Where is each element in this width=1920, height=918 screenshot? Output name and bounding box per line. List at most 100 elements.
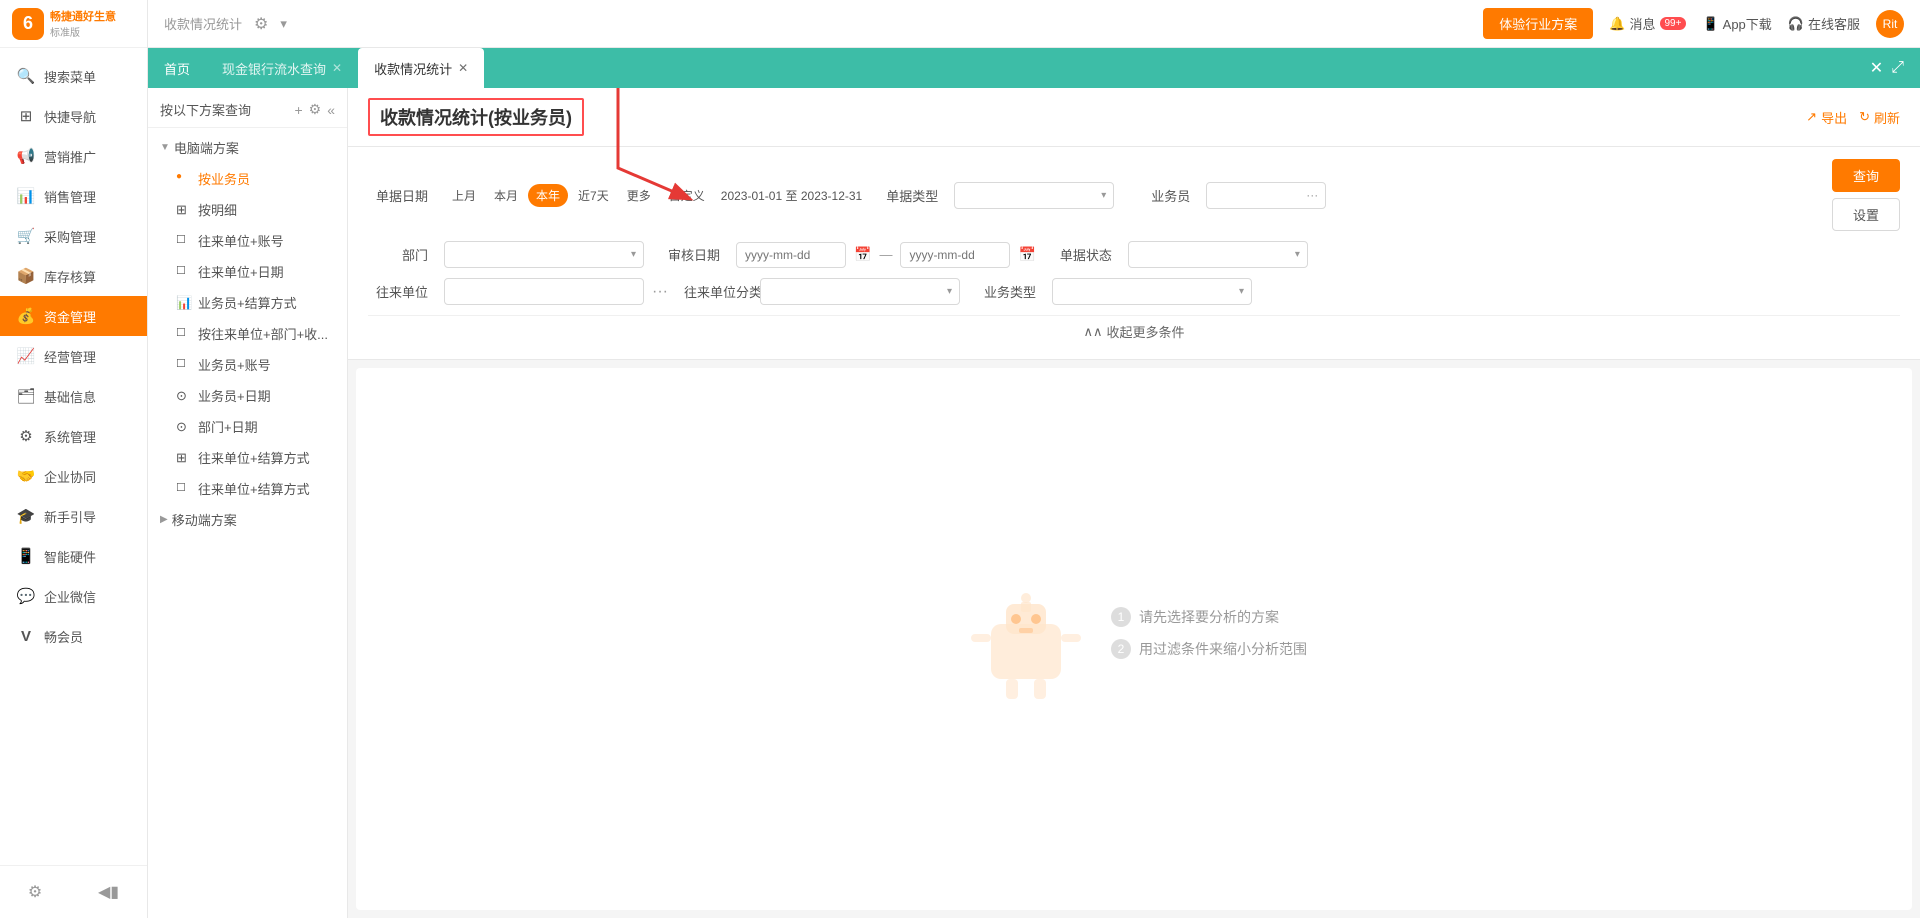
export-icon: ↗ <box>1806 109 1817 125</box>
scheme-item-partner-account[interactable]: ☐ 往来单位+账号 <box>148 225 347 256</box>
topbar-gear-icon[interactable]: ⚙ <box>254 14 268 34</box>
scheme-item-staff-account[interactable]: ☐ 业务员+账号 <box>148 349 347 380</box>
review-date-from-cal[interactable]: 📅 <box>854 246 871 263</box>
date-tab-lastmonth[interactable]: 上月 <box>444 184 484 207</box>
main-area: 收款情况统计 ⚙ ▾ 体验行业方案 🔔 消息 99+ 📱 App下载 🎧 在线客… <box>148 0 1920 918</box>
sidebar: 6 畅捷通好生意 标准版 🔍 搜索菜单 ⊞ 快捷导航 📢 营销推广 📊 销售管理 <box>0 0 148 918</box>
logo-area: 6 畅捷通好生意 标准版 <box>0 0 147 48</box>
tip-num-2: 2 <box>1111 639 1131 659</box>
refresh-btn[interactable]: ↻ 刷新 <box>1859 108 1900 127</box>
robot-illustration <box>961 574 1091 704</box>
review-date-to-cal[interactable]: 📅 <box>1018 246 1035 263</box>
sidebar-item-sales[interactable]: 📊 销售管理 <box>0 176 147 216</box>
scheme-item-by-staff[interactable]: ● 按业务员 <box>148 163 347 194</box>
page-title: 收款情况统计(按业务员) <box>380 108 572 128</box>
scheme-item-icon-pdt: ☐ <box>176 326 192 342</box>
service-icon: 🎧 <box>1788 16 1804 32</box>
doc-status-select[interactable] <box>1128 241 1308 268</box>
bottom-settings-icon[interactable]: ⚙ <box>20 878 50 906</box>
scheme-add-icon[interactable]: + <box>294 102 302 118</box>
sidebar-item-inventory[interactable]: 📦 库存核算 <box>0 256 147 296</box>
biz-type-select[interactable] <box>1052 278 1252 305</box>
tab-close-all-icon[interactable]: ✕ <box>1870 58 1883 78</box>
review-date-to[interactable] <box>900 242 1010 268</box>
setting-btn[interactable]: 设置 <box>1832 198 1900 231</box>
trial-btn[interactable]: 体验行业方案 <box>1483 8 1593 39</box>
tab-expand-icon[interactable]: ⤢ <box>1891 59 1904 77</box>
scheme-item-icon-pd: ☐ <box>176 264 192 280</box>
tree-group-desktop[interactable]: ▼ 电脑端方案 <box>148 132 347 163</box>
staff-select-wrapper: ··· <box>1206 182 1326 209</box>
export-btn[interactable]: ↗ 导出 <box>1806 108 1847 127</box>
date-tab-thisyear[interactable]: 本年 <box>528 184 568 207</box>
date-tab-thismonth[interactable]: 本月 <box>486 184 526 207</box>
sidebar-item-guide[interactable]: 🎓 新手引导 <box>0 496 147 536</box>
scheme-item-partner-settle2[interactable]: ☐ 往来单位+结算方式 <box>148 473 347 504</box>
notification-item[interactable]: 🔔 消息 99+ <box>1609 14 1686 33</box>
tab-collect-close[interactable]: ✕ <box>458 61 468 75</box>
doc-type-select[interactable] <box>954 182 1114 209</box>
partner-input[interactable] <box>444 278 644 305</box>
doc-status-label: 单据状态 <box>1052 245 1112 264</box>
sidebar-item-purchase[interactable]: 🛒 采购管理 <box>0 216 147 256</box>
sidebar-item-search[interactable]: 🔍 搜索菜单 <box>0 56 147 96</box>
dept-select-wrapper: ▾ <box>444 241 644 268</box>
scheme-item-icon-ss: 📊 <box>176 295 192 311</box>
date-tab-custom[interactable]: 自定义 <box>661 184 713 207</box>
sidebar-item-quicknav[interactable]: ⊞ 快捷导航 <box>0 96 147 136</box>
review-date-from[interactable] <box>736 242 846 268</box>
date-tab-more[interactable]: 更多 <box>619 184 659 207</box>
tab-bank-close[interactable]: ✕ <box>332 61 342 75</box>
tab-collect[interactable]: 收款情况统计 ✕ <box>358 48 484 88</box>
filter-row-dept: 部门 ▾ 审核日期 📅 — � <box>368 241 1900 268</box>
sidebar-item-member[interactable]: V 畅会员 <box>0 616 147 656</box>
dept-select[interactable] <box>444 241 644 268</box>
logo-text: 畅捷通好生意 标准版 <box>50 8 116 39</box>
sidebar-item-system[interactable]: ⚙ 系统管理 <box>0 416 147 456</box>
scheme-item-icon-ps1: ⊞ <box>176 450 192 466</box>
date-range-display: 2023-01-01 至 2023-12-31 <box>721 187 862 204</box>
staff-select[interactable] <box>1206 182 1326 209</box>
tab-bank[interactable]: 现金银行流水查询 ✕ <box>206 48 358 88</box>
topbar-dropdown-icon[interactable]: ▾ <box>280 16 287 32</box>
scheme-item-staff-date[interactable]: ⊙ 业务员+日期 <box>148 380 347 411</box>
scheme-collapse-icon[interactable]: « <box>327 102 335 118</box>
sidebar-item-marketing[interactable]: 📢 营销推广 <box>0 136 147 176</box>
staff-label: 业务员 <box>1130 186 1190 205</box>
dept-label: 部门 <box>368 245 428 264</box>
scheme-item-by-detail[interactable]: ⊞ 按明细 <box>148 194 347 225</box>
collapse-label: 收起更多条件 <box>1107 322 1185 341</box>
sidebar-item-corp[interactable]: 🤝 企业协同 <box>0 456 147 496</box>
bottom-collapse-icon[interactable]: ◀▮ <box>90 878 127 906</box>
scheme-item-partner-date[interactable]: ☐ 往来单位+日期 <box>148 256 347 287</box>
online-service-item[interactable]: 🎧 在线客服 <box>1788 14 1860 33</box>
partner-category-select[interactable] <box>760 278 960 305</box>
sidebar-item-basic[interactable]: 🗂 基础信息 <box>0 376 147 416</box>
scheme-item-icon-sacc: ☐ <box>176 357 192 373</box>
sidebar-item-operation[interactable]: 📈 经营管理 <box>0 336 147 376</box>
scheme-item-partner-dept[interactable]: ☐ 按往来单位+部门+收... <box>148 318 347 349</box>
scheme-item-dept-date[interactable]: ⊙ 部门+日期 <box>148 411 347 442</box>
hardware-icon: 📱 <box>16 546 36 566</box>
scheme-item-staff-settle[interactable]: 📊 业务员+结算方式 <box>148 287 347 318</box>
scheme-setting-icon[interactable]: ⚙ <box>309 101 322 118</box>
collapse-bar[interactable]: ∧∧ 收起更多条件 <box>368 315 1900 347</box>
user-avatar[interactable]: Rit <box>1876 10 1904 38</box>
notification-icon: 🔔 <box>1609 16 1625 32</box>
sidebar-item-wechat[interactable]: 💬 企业微信 <box>0 576 147 616</box>
system-icon: ⚙ <box>16 426 36 446</box>
tab-home[interactable]: 首页 <box>148 48 206 88</box>
app-download-item[interactable]: 📱 App下载 <box>1702 14 1771 33</box>
tree-group-mobile-label: 移动端方案 <box>172 510 237 529</box>
member-icon: V <box>16 626 36 646</box>
search-icon: 🔍 <box>16 66 36 86</box>
date-tab-last7[interactable]: 近7天 <box>570 184 617 207</box>
query-btn[interactable]: 查询 <box>1832 159 1900 192</box>
scheme-item-partner-settle1[interactable]: ⊞ 往来单位+结算方式 <box>148 442 347 473</box>
logo-icon: 6 <box>12 8 44 40</box>
partner-more-icon[interactable]: ··· <box>652 283 668 301</box>
sidebar-item-hardware[interactable]: 📱 智能硬件 <box>0 536 147 576</box>
sidebar-item-finance[interactable]: 💰 资金管理 <box>0 296 147 336</box>
tree-group-mobile[interactable]: ▶ 移动端方案 <box>148 504 347 535</box>
filter-row-date: 单据日期 上月 本月 本年 近7天 更多 自定义 2023- <box>368 159 1900 231</box>
